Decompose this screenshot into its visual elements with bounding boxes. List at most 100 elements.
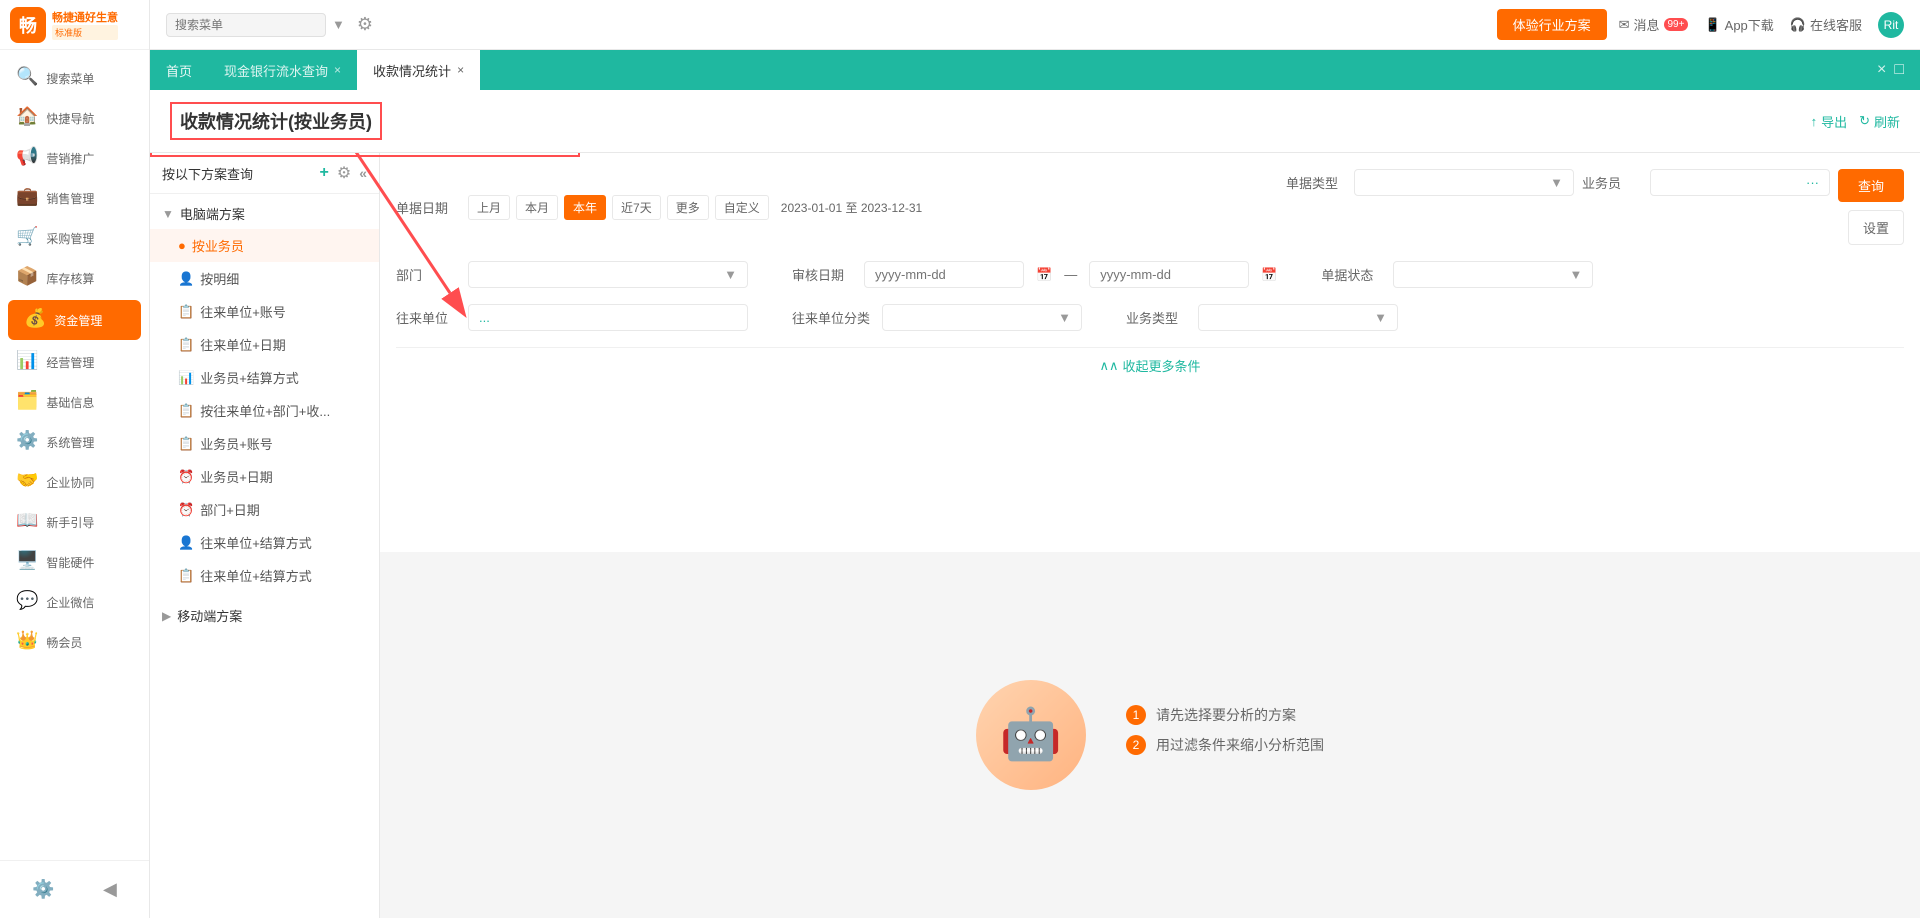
- expand-icon: ▼: [162, 207, 174, 221]
- filter-area: 单据日期 上月 本月 本年 近7天 更多 自定义 2023-01-01: [380, 153, 1920, 552]
- sidebar-item-guide[interactable]: 📖 新手引导: [0, 502, 149, 542]
- collapse-more-btn[interactable]: ∧∧ 收起更多条件: [396, 347, 1904, 383]
- tab-receivables[interactable]: 收款情况统计 ×: [357, 50, 480, 90]
- sidebar-collapse-icon[interactable]: ◀: [103, 879, 117, 900]
- empty-state-content: 🤖 1 请先选择要分析的方案 2 用过滤条件来缩小分析范围: [976, 680, 1324, 790]
- page-header-actions: ↑ 导出 ↻ 刷新: [1811, 112, 1900, 131]
- review-date-start-input[interactable]: [864, 261, 1024, 288]
- guide-icon: 📖: [16, 510, 38, 531]
- dept-select[interactable]: ▼: [468, 261, 748, 288]
- scheme-item-salesman-account[interactable]: 📋 业务员+账号: [150, 427, 379, 460]
- scheme-item-partner-settlement2[interactable]: 📋 往来单位+结算方式: [150, 559, 379, 592]
- salesman-date-icon: ⏰: [178, 469, 194, 485]
- doc-type-select[interactable]: ▼: [1354, 169, 1574, 196]
- sidebar-item-purchase[interactable]: 🛒 采购管理: [0, 218, 149, 258]
- scheme-item-salesman-date[interactable]: ⏰ 业务员+日期: [150, 460, 379, 493]
- scheme-item-partner-date[interactable]: 📋 往来单位+日期: [150, 328, 379, 361]
- partner-settlement1-icon: 👤: [178, 535, 194, 551]
- topbar-settings-icon[interactable]: ⚙: [357, 14, 373, 35]
- sidebar-item-quicknav[interactable]: 🏠 快捷导航: [0, 98, 149, 138]
- basic-icon: 🗂️: [16, 390, 38, 411]
- filter-row-date: 单据日期 上月 本月 本年 近7天 更多 自定义 2023-01-01: [396, 169, 1904, 245]
- scheme-collapse-icon[interactable]: «: [359, 165, 367, 181]
- scheme-add-icon[interactable]: +: [320, 164, 329, 182]
- sidebar-item-basic[interactable]: 🗂️ 基础信息: [0, 382, 149, 422]
- filter-row-partner: 往来单位 ... 往来单位分类 ▼ 业务类型: [396, 304, 1904, 331]
- tab-home[interactable]: 首页: [150, 50, 208, 90]
- calendar-end-icon[interactable]: 📅: [1261, 267, 1277, 283]
- topbar-actions: ✉ 消息 99+ 📱 App下载 🎧 在线客服 Rit: [1619, 12, 1904, 38]
- sidebar-item-enterprise[interactable]: 🤝 企业协同: [0, 462, 149, 502]
- scheme-item-salesman-settlement[interactable]: 📊 业务员+结算方式: [150, 361, 379, 394]
- scheme-panel-icons: + ⚙ «: [320, 163, 367, 183]
- dept-label: 部门: [396, 265, 456, 284]
- scheme-item-dept-date[interactable]: ⏰ 部门+日期: [150, 493, 379, 526]
- step-1-num: 1: [1126, 705, 1146, 725]
- doc-status-select[interactable]: ▼: [1393, 261, 1593, 288]
- sidebar-item-member[interactable]: 👑 畅会员: [0, 622, 149, 662]
- tab-close-bank-flow[interactable]: ×: [334, 63, 341, 77]
- collapse-icon: ∧∧: [1099, 358, 1118, 374]
- salesman-select[interactable]: ···: [1650, 169, 1830, 196]
- scheme-group-header-mobile[interactable]: ▶ 移动端方案: [150, 600, 379, 631]
- sidebar-footer: ⚙️ ◀: [0, 860, 149, 918]
- sidebar-item-wechat[interactable]: 💬 企业微信: [0, 582, 149, 622]
- export-btn[interactable]: ↑ 导出: [1811, 112, 1848, 131]
- sidebar-item-system[interactable]: ⚙️ 系统管理: [0, 422, 149, 462]
- sidebar-item-inventory[interactable]: 📦 库存核算: [0, 258, 149, 298]
- business-type-select[interactable]: ▼: [1198, 304, 1398, 331]
- maximize-icon[interactable]: □: [1894, 61, 1904, 79]
- date-btn-last-month[interactable]: 上月: [468, 195, 510, 220]
- query-button[interactable]: 查询: [1838, 169, 1904, 202]
- sidebar-item-search[interactable]: 🔍 搜索菜单: [0, 58, 149, 98]
- date-btn-custom[interactable]: 自定义: [715, 195, 769, 220]
- business-type-label: 业务类型: [1126, 308, 1186, 327]
- sidebar-item-sales[interactable]: 💼 销售管理: [0, 178, 149, 218]
- sidebar-settings-icon[interactable]: ⚙️: [32, 879, 54, 900]
- date-btn-this-month[interactable]: 本月: [516, 195, 558, 220]
- search-icon: 🔍: [16, 66, 38, 87]
- calendar-start-icon[interactable]: 📅: [1036, 267, 1052, 283]
- partner-account-icon: 📋: [178, 304, 194, 320]
- partner-more-icon[interactable]: ...: [479, 310, 490, 325]
- content-wrapper: 收款情况统计(按业务员) ↑ 导出 ↻ 刷新 按以下方: [150, 90, 1920, 918]
- sidebar-nav: 🔍 搜索菜单 🏠 快捷导航 📢 营销推广 💼 销售管理 🛒 采购管理 📦: [0, 50, 149, 860]
- scheme-item-by-salesman[interactable]: ● 按业务员: [150, 229, 379, 262]
- scheme-panel-header: 按以下方案查询 + ⚙ «: [150, 153, 379, 194]
- sidebar-item-finance[interactable]: 💰 资金管理: [8, 300, 141, 340]
- scheme-item-by-detail[interactable]: 👤 按明细: [150, 262, 379, 295]
- search-menu-input[interactable]: [166, 13, 326, 37]
- messages-action[interactable]: ✉ 消息 99+: [1619, 15, 1689, 34]
- settings-button[interactable]: 设置: [1848, 210, 1904, 245]
- sidebar-item-hardware[interactable]: 🖥️ 智能硬件: [0, 542, 149, 582]
- sidebar-item-marketing[interactable]: 📢 营销推广: [0, 138, 149, 178]
- sidebar-item-operations[interactable]: 📊 经营管理: [0, 342, 149, 382]
- salesman-arrow-icon: ···: [1806, 175, 1819, 190]
- scheme-item-partner-account[interactable]: 📋 往来单位+账号: [150, 295, 379, 328]
- dropdown-arrow-icon: ▼: [332, 17, 345, 32]
- trial-btn[interactable]: 体验行业方案: [1497, 9, 1607, 40]
- scheme-settings-icon[interactable]: ⚙: [337, 163, 351, 183]
- date-btn-this-year[interactable]: 本年: [564, 195, 606, 220]
- date-btn-more[interactable]: 更多: [667, 195, 709, 220]
- tab-close-receivables[interactable]: ×: [457, 63, 464, 77]
- refresh-btn[interactable]: ↻ 刷新: [1859, 112, 1900, 131]
- window-close-icon[interactable]: ×: [1877, 61, 1886, 79]
- partner-select[interactable]: ...: [468, 304, 748, 331]
- tab-bank-flow[interactable]: 现金银行流水查询 ×: [208, 50, 357, 90]
- scheme-group-header-desktop[interactable]: ▼ 电脑端方案: [150, 198, 379, 229]
- date-btn-7days[interactable]: 近7天: [612, 195, 661, 220]
- salesman-account-icon: 📋: [178, 436, 194, 452]
- review-date-end-input[interactable]: [1089, 261, 1249, 288]
- doc-status-label: 单据状态: [1321, 265, 1381, 284]
- date-field-label: 单据日期: [396, 198, 456, 217]
- partner-category-select[interactable]: ▼: [882, 304, 1082, 331]
- online-service-action[interactable]: 🎧 在线客服: [1790, 15, 1862, 34]
- business-type-arrow-icon: ▼: [1374, 310, 1387, 325]
- scheme-item-partner-settlement1[interactable]: 👤 往来单位+结算方式: [150, 526, 379, 559]
- user-avatar[interactable]: Rit: [1878, 12, 1904, 38]
- app-download-action[interactable]: 📱 App下载: [1704, 15, 1773, 34]
- scheme-item-partner-dept-collect[interactable]: 📋 按往来单位+部门+收...: [150, 394, 379, 427]
- enterprise-icon: 🤝: [16, 470, 38, 491]
- empty-state-area: 🤖 1 请先选择要分析的方案 2 用过滤条件来缩小分析范围: [380, 552, 1920, 918]
